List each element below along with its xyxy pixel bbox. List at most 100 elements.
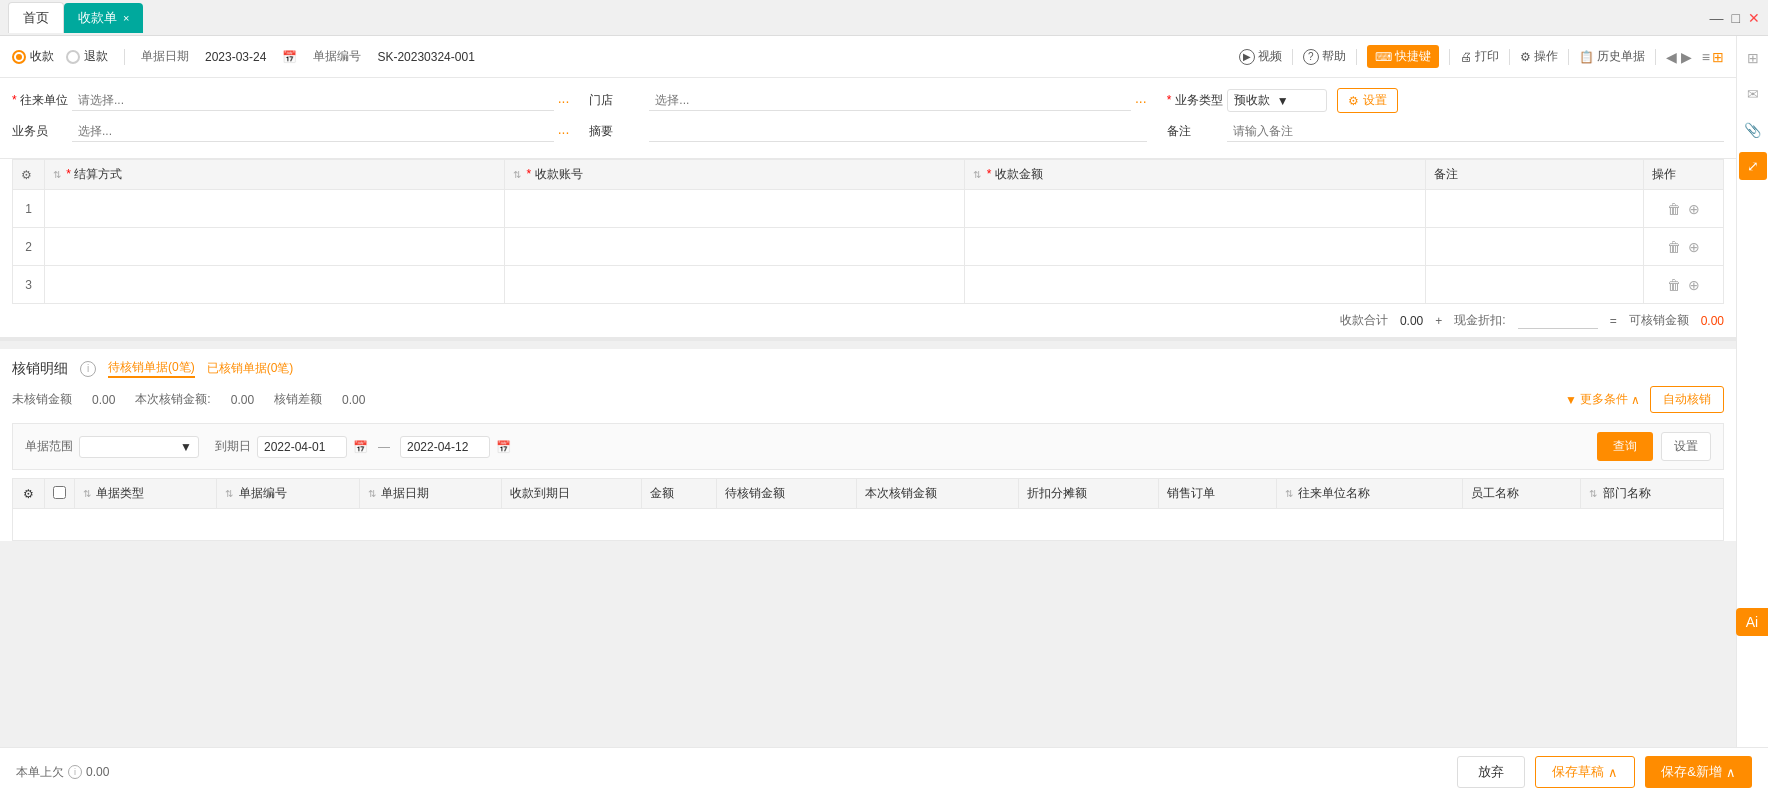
save-new-btn[interactable]: 保存&新增 ∧	[1645, 756, 1752, 788]
sub-sort-9[interactable]: ⇅	[1285, 488, 1293, 499]
pending-tab[interactable]: 待核销单据(0笔)	[108, 359, 195, 378]
row-num-3: 3	[13, 266, 45, 304]
cell-amount-3[interactable]	[965, 266, 1425, 304]
video-btn[interactable]: ▶ 视频	[1239, 48, 1282, 65]
abandon-btn[interactable]: 放弃	[1457, 756, 1525, 788]
sidebar-table-icon[interactable]: ⊞	[1739, 44, 1767, 72]
cell-amount-2[interactable]	[965, 228, 1425, 266]
ai-badge[interactable]: Ai	[1736, 608, 1768, 636]
cell-settle-3[interactable]	[45, 266, 505, 304]
copy-icon-2[interactable]: ⊕	[1688, 239, 1700, 255]
close-button[interactable]: ✕	[1748, 10, 1760, 26]
store-more-btn[interactable]: ···	[1135, 93, 1147, 109]
sort-icon[interactable]: ⇅	[53, 169, 61, 180]
auto-hexiao-btn[interactable]: 自动核销	[1650, 386, 1724, 413]
remark-input[interactable]	[1227, 121, 1724, 142]
sub-th-gear: ⚙	[13, 479, 45, 509]
biz-type-value: 预收款	[1234, 92, 1277, 109]
biz-type-select[interactable]: 预收款 ▼	[1227, 89, 1327, 112]
print-btn[interactable]: 🖨 打印	[1460, 48, 1499, 65]
cell-account-2[interactable]	[505, 228, 965, 266]
partner-input[interactable]	[72, 90, 554, 111]
calendar-icon[interactable]: 📅	[282, 50, 297, 64]
bottom-limit-info: 本单上欠 i 0.00	[16, 764, 109, 781]
radio-receive[interactable]: 收款	[12, 48, 54, 65]
sub-sort-1[interactable]: ⇅	[83, 488, 91, 499]
store-input[interactable]	[649, 90, 1131, 111]
sidebar-attach-icon[interactable]: 📎	[1739, 116, 1767, 144]
form-setting-btn[interactable]: ⚙ 设置	[1337, 88, 1398, 113]
setting-label: 设置	[1363, 92, 1387, 109]
bill-range-select[interactable]: ▼	[79, 436, 199, 458]
due-date-to-input[interactable]	[400, 436, 490, 458]
salesperson-field: 业务员 ···	[12, 121, 569, 142]
filter-icon: ▼	[1565, 393, 1577, 407]
cash-discount-input[interactable]	[1518, 312, 1598, 329]
layout-grid-btn[interactable]: ⊞	[1712, 49, 1724, 65]
query-btn[interactable]: 查询	[1597, 432, 1653, 461]
summary-input[interactable]	[649, 121, 1146, 142]
shortcuts-btn[interactable]: ⌨ 快捷键	[1367, 45, 1439, 68]
sub-th-checkbox	[45, 479, 75, 509]
next-arrow[interactable]: ▶	[1681, 49, 1692, 65]
sub-gear-icon[interactable]: ⚙	[23, 487, 34, 501]
layout-list-btn[interactable]: ≡	[1702, 49, 1710, 65]
prev-arrow[interactable]: ◀	[1666, 49, 1677, 65]
delete-icon[interactable]: 🗑	[1667, 201, 1681, 217]
toolbar-right: ▶ 视频 ? 帮助 ⌨ 快捷键 🖨 打印 ⚙ 操作	[1239, 45, 1724, 68]
store-label: 门店	[589, 92, 649, 109]
sort-icon-3[interactable]: ⇅	[973, 169, 981, 180]
cell-action-1: 🗑 ⊕	[1644, 190, 1724, 228]
minimize-button[interactable]: —	[1710, 10, 1724, 26]
row-num-1: 1	[13, 190, 45, 228]
date-to-icon[interactable]: 📅	[496, 440, 511, 454]
cell-remark-1[interactable]	[1425, 190, 1643, 228]
date-from-icon[interactable]: 📅	[353, 440, 368, 454]
summary-field: 摘要	[589, 121, 1146, 142]
history-btn[interactable]: 📋 历史单据	[1579, 48, 1645, 65]
cell-amount-1[interactable]	[965, 190, 1425, 228]
sort-icon-2[interactable]: ⇅	[513, 169, 521, 180]
radio-refund[interactable]: 退款	[66, 48, 108, 65]
cell-account-3[interactable]	[505, 266, 965, 304]
operations-btn[interactable]: ⚙ 操作	[1520, 48, 1558, 65]
select-all-checkbox[interactable]	[53, 486, 66, 499]
limit-info-icon[interactable]: i	[68, 765, 82, 779]
delete-icon-2[interactable]: 🗑	[1667, 239, 1681, 255]
salesperson-more-btn[interactable]: ···	[558, 124, 570, 140]
salesperson-input[interactable]	[72, 121, 554, 142]
cell-settle-1[interactable]	[45, 190, 505, 228]
more-conditions-btn[interactable]: ▼ 更多条件 ∧	[1565, 391, 1640, 408]
tab-home[interactable]: 首页	[8, 2, 64, 33]
sub-sort-2[interactable]: ⇅	[225, 488, 233, 499]
filter-settings-btn[interactable]: 设置	[1661, 432, 1711, 461]
tab-current[interactable]: 收款单 ×	[64, 3, 143, 33]
bill-limit-label: 本单上欠	[16, 764, 64, 781]
hexiao-stats-right: ▼ 更多条件 ∧ 自动核销	[1565, 386, 1724, 413]
tab-bar: 首页 收款单 × — □ ✕	[0, 0, 1768, 36]
save-draft-btn[interactable]: 保存草稿 ∧	[1535, 756, 1635, 788]
copy-icon-3[interactable]: ⊕	[1688, 277, 1700, 293]
done-tab[interactable]: 已核销单据(0笔)	[207, 360, 294, 377]
delete-icon-3[interactable]: 🗑	[1667, 277, 1681, 293]
cell-remark-3[interactable]	[1425, 266, 1643, 304]
sidebar-expand-icon[interactable]: ⤢	[1739, 152, 1767, 180]
gear-icon[interactable]: ⚙	[21, 168, 32, 182]
sub-sort-11[interactable]: ⇅	[1589, 488, 1597, 499]
tab-close-icon[interactable]: ×	[123, 12, 129, 24]
sidebar-mail-icon[interactable]: ✉	[1739, 80, 1767, 108]
cell-account-1[interactable]	[505, 190, 965, 228]
due-date-from-input[interactable]	[257, 436, 347, 458]
maximize-button[interactable]: □	[1732, 10, 1740, 26]
cell-remark-2[interactable]	[1425, 228, 1643, 266]
help-btn[interactable]: ? 帮助	[1303, 48, 1346, 65]
sub-sort-3[interactable]: ⇅	[368, 488, 376, 499]
history-icon: 📋	[1579, 50, 1594, 64]
current-value: 0.00	[231, 393, 254, 407]
copy-icon[interactable]: ⊕	[1688, 201, 1700, 217]
bottom-actions: 放弃 保存草稿 ∧ 保存&新增 ∧	[1457, 756, 1752, 788]
partner-more-btn[interactable]: ···	[558, 93, 570, 109]
hexiao-info-icon[interactable]: i	[80, 361, 96, 377]
cell-settle-2[interactable]	[45, 228, 505, 266]
bill-range-field: 单据范围 ▼	[25, 436, 199, 458]
